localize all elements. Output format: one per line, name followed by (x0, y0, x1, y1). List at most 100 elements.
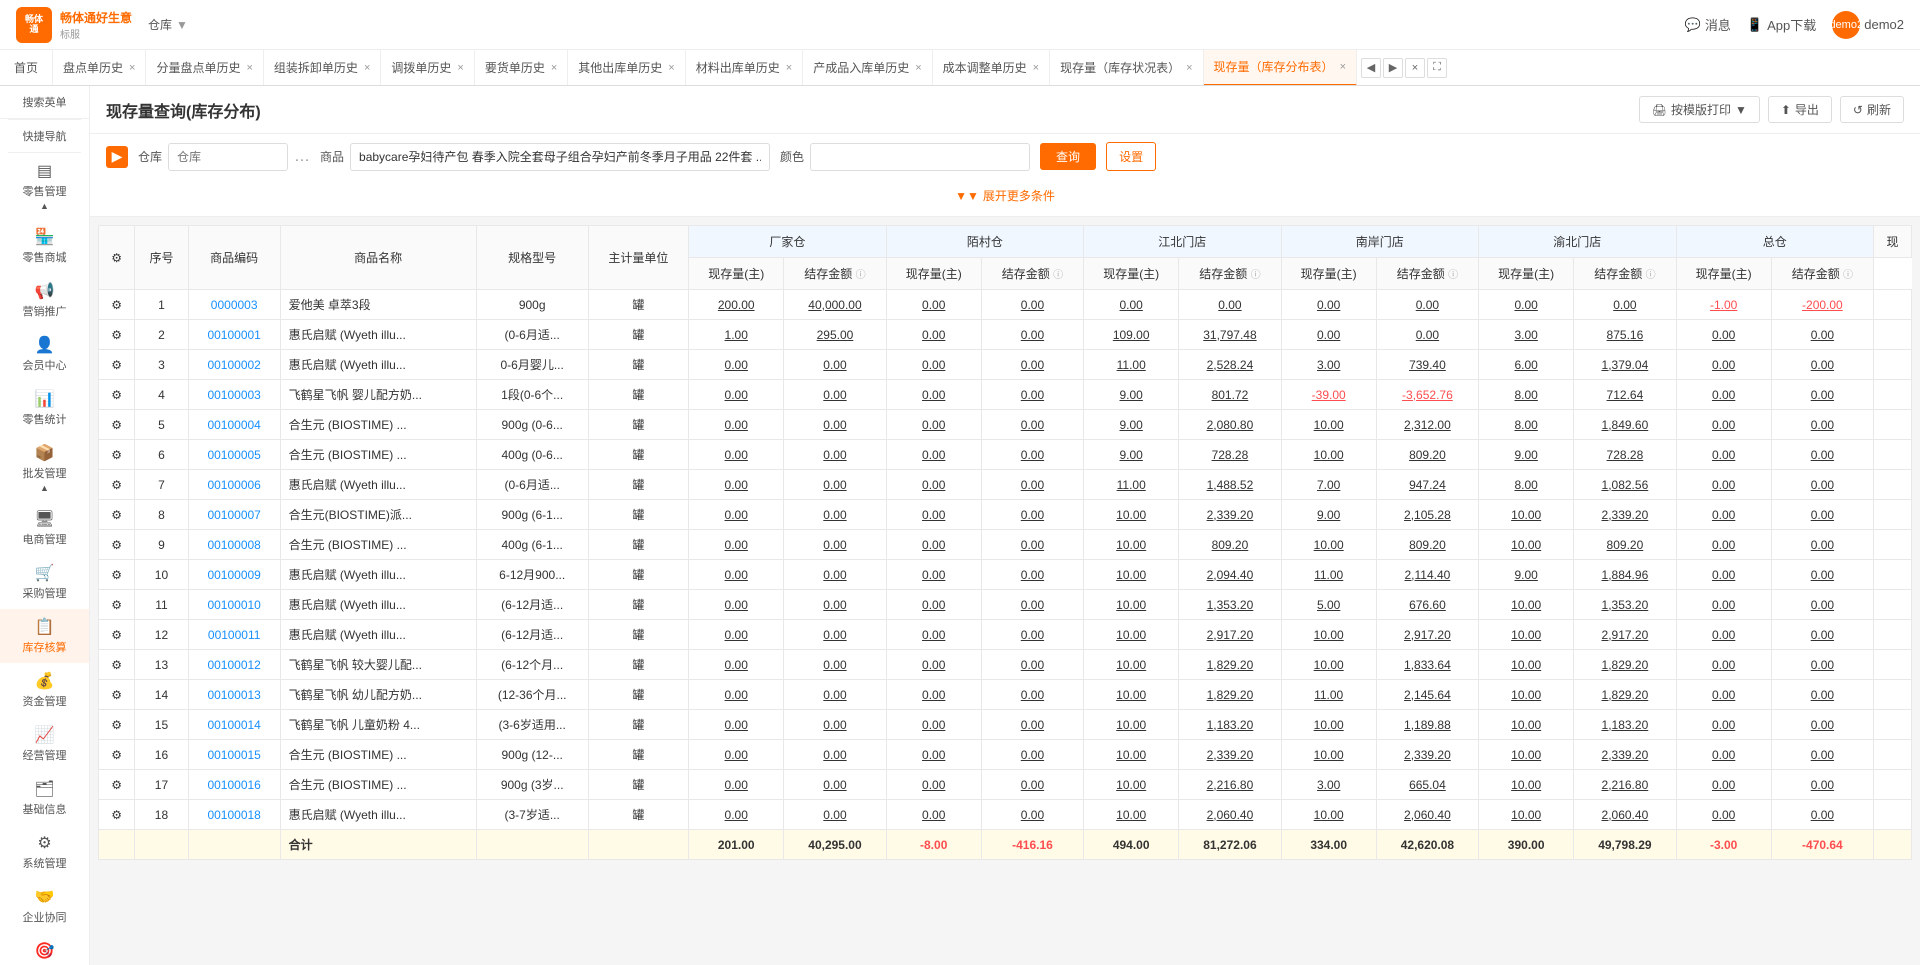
cell-w1-qty[interactable]: 0.00 (689, 710, 784, 740)
table-container[interactable]: ⚙ 序号 商品编码 商品名称 规格型号 主计量单位 厂家仓 陌村仓 江北门店 南… (90, 217, 1920, 965)
cell-gear[interactable]: ⚙ (99, 500, 135, 530)
sidebar-item-6[interactable]: 🖥电商管理 (0, 501, 89, 555)
cell-w6-qty[interactable]: 0.00 (1676, 740, 1771, 770)
cell-w4-qty[interactable]: 11.00 (1281, 560, 1376, 590)
cell-w3-qty[interactable]: 11.00 (1084, 350, 1179, 380)
cell-w6-qty[interactable]: 0.00 (1676, 620, 1771, 650)
sidebar-item-14[interactable]: 🎯新手引导 (0, 933, 89, 965)
cell-gear[interactable]: ⚙ (99, 710, 135, 740)
tab-10[interactable]: 现存量（库存状况表） × (1050, 50, 1203, 86)
cell-gear[interactable]: ⚙ (99, 650, 135, 680)
user-avatar-area[interactable]: demo2 demo2 (1832, 11, 1904, 39)
cell-w5-qty[interactable]: 10.00 (1479, 530, 1574, 560)
tab-8[interactable]: 产成品入库单历史 × (803, 50, 932, 86)
cell-code[interactable]: 00100010 (188, 590, 280, 620)
cell-w5-qty[interactable]: 9.00 (1479, 440, 1574, 470)
sidebar-item-12[interactable]: ⚙系统管理 (0, 825, 89, 879)
cell-w5-qty[interactable]: 10.00 (1479, 800, 1574, 830)
tab-close-3[interactable]: × (364, 62, 370, 74)
cell-w5-qty[interactable]: 10.00 (1479, 770, 1574, 800)
sidebar-item-11[interactable]: 🗂基础信息 (0, 771, 89, 825)
cell-w5-qty[interactable]: 3.00 (1479, 320, 1574, 350)
tab-close-9[interactable]: × (1033, 62, 1039, 74)
product-input[interactable] (350, 143, 770, 171)
cell-w6-qty[interactable]: 0.00 (1676, 500, 1771, 530)
cell-w3-qty[interactable]: 109.00 (1084, 320, 1179, 350)
tab-9[interactable]: 成本调整单历史 × (933, 50, 1050, 86)
cell-w4-qty[interactable]: 3.00 (1281, 770, 1376, 800)
cell-code[interactable]: 00100003 (188, 380, 280, 410)
cell-w5-qty[interactable]: 9.00 (1479, 560, 1574, 590)
cell-w1-qty[interactable]: 0.00 (689, 650, 784, 680)
sidebar-item-3[interactable]: 👤会员中心 (0, 327, 89, 381)
tab-close-5[interactable]: × (551, 62, 557, 74)
sidebar-item-7[interactable]: 🛒采购管理 (0, 555, 89, 609)
cell-code[interactable]: 00100008 (188, 530, 280, 560)
cell-w6-qty[interactable]: 0.00 (1676, 560, 1771, 590)
cell-w6-qty[interactable]: 0.00 (1676, 650, 1771, 680)
tab-prev-btn[interactable]: ◀ (1361, 58, 1381, 78)
cell-w1-qty[interactable]: 0.00 (689, 740, 784, 770)
export-btn[interactable]: ⬆ 导出 (1768, 96, 1832, 123)
cell-w2-qty[interactable]: 0.00 (886, 590, 981, 620)
tab-6[interactable]: 其他出库单历史 × (568, 50, 685, 86)
cell-gear[interactable]: ⚙ (99, 410, 135, 440)
tab-close-1[interactable]: × (129, 62, 135, 74)
cell-w1-qty[interactable]: 0.00 (689, 530, 784, 560)
cell-gear[interactable]: ⚙ (99, 770, 135, 800)
cell-code[interactable]: 00100004 (188, 410, 280, 440)
cell-w2-qty[interactable]: 0.00 (886, 320, 981, 350)
cell-code[interactable]: 00100013 (188, 680, 280, 710)
cell-w2-qty[interactable]: 0.00 (886, 290, 981, 320)
cell-w2-qty[interactable]: 0.00 (886, 620, 981, 650)
sidebar-item-5[interactable]: 📦批发管理▲ (0, 435, 89, 501)
sidebar-item-1[interactable]: 🏪零售商城 (0, 219, 89, 273)
cell-gear[interactable]: ⚙ (99, 590, 135, 620)
cell-w1-qty[interactable]: 0.00 (689, 350, 784, 380)
print-btn[interactable]: 🖨 按模版打印 ▼ (1639, 96, 1760, 123)
cell-w2-qty[interactable]: 0.00 (886, 410, 981, 440)
cell-w5-qty[interactable]: 10.00 (1479, 710, 1574, 740)
cell-code[interactable]: 00100015 (188, 740, 280, 770)
cell-w4-qty[interactable]: 10.00 (1281, 710, 1376, 740)
tab-1[interactable]: 盘点单历史 × (53, 50, 146, 86)
cell-w4-qty[interactable]: 10.00 (1281, 530, 1376, 560)
cell-gear[interactable]: ⚙ (99, 800, 135, 830)
cell-w6-qty[interactable]: 0.00 (1676, 710, 1771, 740)
sidebar-item-0[interactable]: ▤零售管理▲ (0, 153, 89, 219)
warehouse-input[interactable] (168, 143, 288, 171)
color-input[interactable] (810, 143, 1030, 171)
tab-5[interactable]: 要货单历史 × (475, 50, 568, 86)
cell-w5-qty[interactable]: 10.00 (1479, 740, 1574, 770)
cell-w1-qty[interactable]: 0.00 (689, 440, 784, 470)
cell-w1-qty[interactable]: 0.00 (689, 590, 784, 620)
cell-w3-qty[interactable]: 10.00 (1084, 560, 1179, 590)
cell-w2-qty[interactable]: 0.00 (886, 500, 981, 530)
cell-code[interactable]: 00100007 (188, 500, 280, 530)
cell-w2-qty[interactable]: 0.00 (886, 680, 981, 710)
cell-gear[interactable]: ⚙ (99, 290, 135, 320)
cell-w6-qty[interactable]: 0.00 (1676, 380, 1771, 410)
cell-gear[interactable]: ⚙ (99, 440, 135, 470)
tab-next-btn[interactable]: ▶ (1383, 58, 1403, 78)
tab-close-6[interactable]: × (668, 62, 674, 74)
cell-w3-qty[interactable]: 10.00 (1084, 680, 1179, 710)
cell-w4-qty[interactable]: 9.00 (1281, 500, 1376, 530)
cell-gear[interactable]: ⚙ (99, 470, 135, 500)
cell-gear[interactable]: ⚙ (99, 380, 135, 410)
cell-w2-qty[interactable]: 0.00 (886, 350, 981, 380)
cell-w5-qty[interactable]: 8.00 (1479, 380, 1574, 410)
cell-code[interactable]: 00100006 (188, 470, 280, 500)
cell-w4-qty[interactable]: 10.00 (1281, 740, 1376, 770)
cell-w6-qty[interactable]: -1.00 (1676, 290, 1771, 320)
info-icon-6[interactable]: ⓘ (1843, 270, 1853, 281)
cell-gear[interactable]: ⚙ (99, 620, 135, 650)
tab-4[interactable]: 调拨单历史 × (381, 50, 474, 86)
cell-w6-qty[interactable]: 0.00 (1676, 350, 1771, 380)
cell-w4-qty[interactable]: 11.00 (1281, 680, 1376, 710)
cell-code[interactable]: 00100012 (188, 650, 280, 680)
cell-w3-qty[interactable]: 11.00 (1084, 470, 1179, 500)
cell-w5-qty[interactable]: 6.00 (1479, 350, 1574, 380)
cell-w1-qty[interactable]: 0.00 (689, 680, 784, 710)
industry-select[interactable]: 仓库 ▼ (148, 16, 188, 33)
